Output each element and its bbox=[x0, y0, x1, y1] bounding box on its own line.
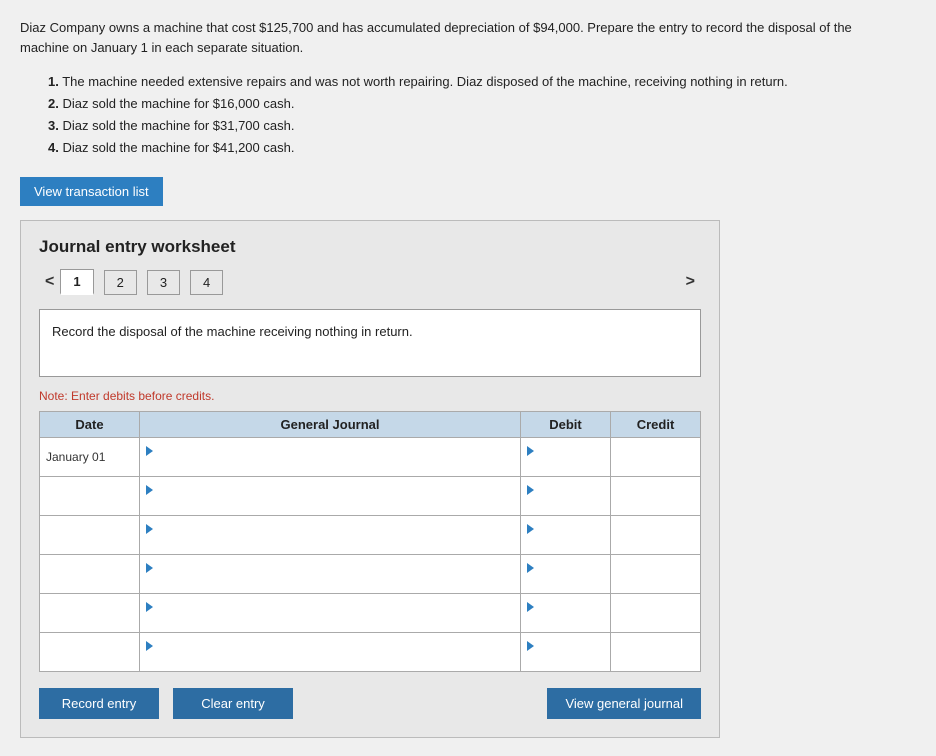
date-cell-6 bbox=[40, 633, 140, 672]
journal-input-2[interactable] bbox=[146, 497, 514, 511]
credit-cell-1[interactable] bbox=[611, 438, 701, 477]
journal-input-5[interactable] bbox=[146, 614, 514, 628]
next-tab-button[interactable]: > bbox=[680, 271, 701, 293]
tab-3[interactable]: 3 bbox=[147, 270, 180, 295]
situation-2: 2. Diaz sold the machine for $16,000 cas… bbox=[48, 93, 916, 115]
action-buttons: Record entry Clear entry View general jo… bbox=[39, 688, 701, 719]
table-row: January 01 bbox=[40, 438, 701, 477]
journal-cell-2[interactable] bbox=[140, 477, 521, 516]
debit-input-1[interactable] bbox=[527, 458, 604, 472]
journal-cell-6[interactable] bbox=[140, 633, 521, 672]
journal-worksheet: Journal entry worksheet < 1 2 3 4 > Reco… bbox=[20, 220, 720, 738]
record-entry-button[interactable]: Record entry bbox=[39, 688, 159, 719]
header-debit: Debit bbox=[521, 412, 611, 438]
header-date: Date bbox=[40, 412, 140, 438]
tab-2[interactable]: 2 bbox=[104, 270, 137, 295]
journal-input-4[interactable] bbox=[146, 575, 514, 589]
worksheet-title: Journal entry worksheet bbox=[39, 237, 701, 257]
debit-cell-2[interactable] bbox=[521, 477, 611, 516]
credit-cell-3[interactable] bbox=[611, 516, 701, 555]
clear-entry-button[interactable]: Clear entry bbox=[173, 688, 293, 719]
view-general-journal-button[interactable]: View general journal bbox=[547, 688, 701, 719]
credit-input-6[interactable] bbox=[617, 646, 694, 660]
problem-list: 1. The machine needed extensive repairs … bbox=[48, 71, 916, 159]
tab-4[interactable]: 4 bbox=[190, 270, 223, 295]
table-row bbox=[40, 633, 701, 672]
table-row bbox=[40, 477, 701, 516]
journal-cell-4[interactable] bbox=[140, 555, 521, 594]
credit-input-3[interactable] bbox=[617, 529, 694, 543]
debit-cell-5[interactable] bbox=[521, 594, 611, 633]
situation-4: 4. Diaz sold the machine for $41,200 cas… bbox=[48, 137, 916, 159]
credit-input-4[interactable] bbox=[617, 568, 694, 582]
debit-cell-4[interactable] bbox=[521, 555, 611, 594]
debit-input-5[interactable] bbox=[527, 614, 604, 628]
credit-input-2[interactable] bbox=[617, 490, 694, 504]
debit-cell-6[interactable] bbox=[521, 633, 611, 672]
date-cell-5 bbox=[40, 594, 140, 633]
table-row bbox=[40, 594, 701, 633]
table-row bbox=[40, 555, 701, 594]
credit-cell-5[interactable] bbox=[611, 594, 701, 633]
situation-1: 1. The machine needed extensive repairs … bbox=[48, 71, 916, 93]
view-transaction-button[interactable]: View transaction list bbox=[20, 177, 163, 206]
date-cell-1: January 01 bbox=[40, 438, 140, 477]
instruction-text: Record the disposal of the machine recei… bbox=[52, 324, 413, 339]
table-row bbox=[40, 516, 701, 555]
journal-input-6[interactable] bbox=[146, 653, 514, 667]
debit-input-3[interactable] bbox=[527, 536, 604, 550]
credit-cell-6[interactable] bbox=[611, 633, 701, 672]
instruction-box: Record the disposal of the machine recei… bbox=[39, 309, 701, 377]
tab-1[interactable]: 1 bbox=[60, 269, 93, 295]
journal-input-3[interactable] bbox=[146, 536, 514, 550]
problem-intro: Diaz Company owns a machine that cost $1… bbox=[20, 18, 880, 57]
note-text: Note: Enter debits before credits. bbox=[39, 389, 701, 403]
header-general-journal: General Journal bbox=[140, 412, 521, 438]
date-cell-3 bbox=[40, 516, 140, 555]
journal-input-1[interactable] bbox=[146, 458, 514, 472]
date-cell-4 bbox=[40, 555, 140, 594]
prev-tab-button[interactable]: < bbox=[39, 271, 60, 293]
debit-input-6[interactable] bbox=[527, 653, 604, 667]
credit-input-5[interactable] bbox=[617, 607, 694, 621]
journal-cell-3[interactable] bbox=[140, 516, 521, 555]
debit-input-4[interactable] bbox=[527, 575, 604, 589]
journal-table: Date General Journal Debit Credit Januar… bbox=[39, 411, 701, 672]
header-credit: Credit bbox=[611, 412, 701, 438]
debit-cell-3[interactable] bbox=[521, 516, 611, 555]
journal-cell-5[interactable] bbox=[140, 594, 521, 633]
debit-cell-1[interactable] bbox=[521, 438, 611, 477]
situation-3: 3. Diaz sold the machine for $31,700 cas… bbox=[48, 115, 916, 137]
credit-cell-4[interactable] bbox=[611, 555, 701, 594]
debit-input-2[interactable] bbox=[527, 497, 604, 511]
journal-cell-1[interactable] bbox=[140, 438, 521, 477]
credit-cell-2[interactable] bbox=[611, 477, 701, 516]
tabs-row: < 1 2 3 4 > bbox=[39, 269, 701, 295]
credit-input-1[interactable] bbox=[617, 451, 694, 465]
date-cell-2 bbox=[40, 477, 140, 516]
